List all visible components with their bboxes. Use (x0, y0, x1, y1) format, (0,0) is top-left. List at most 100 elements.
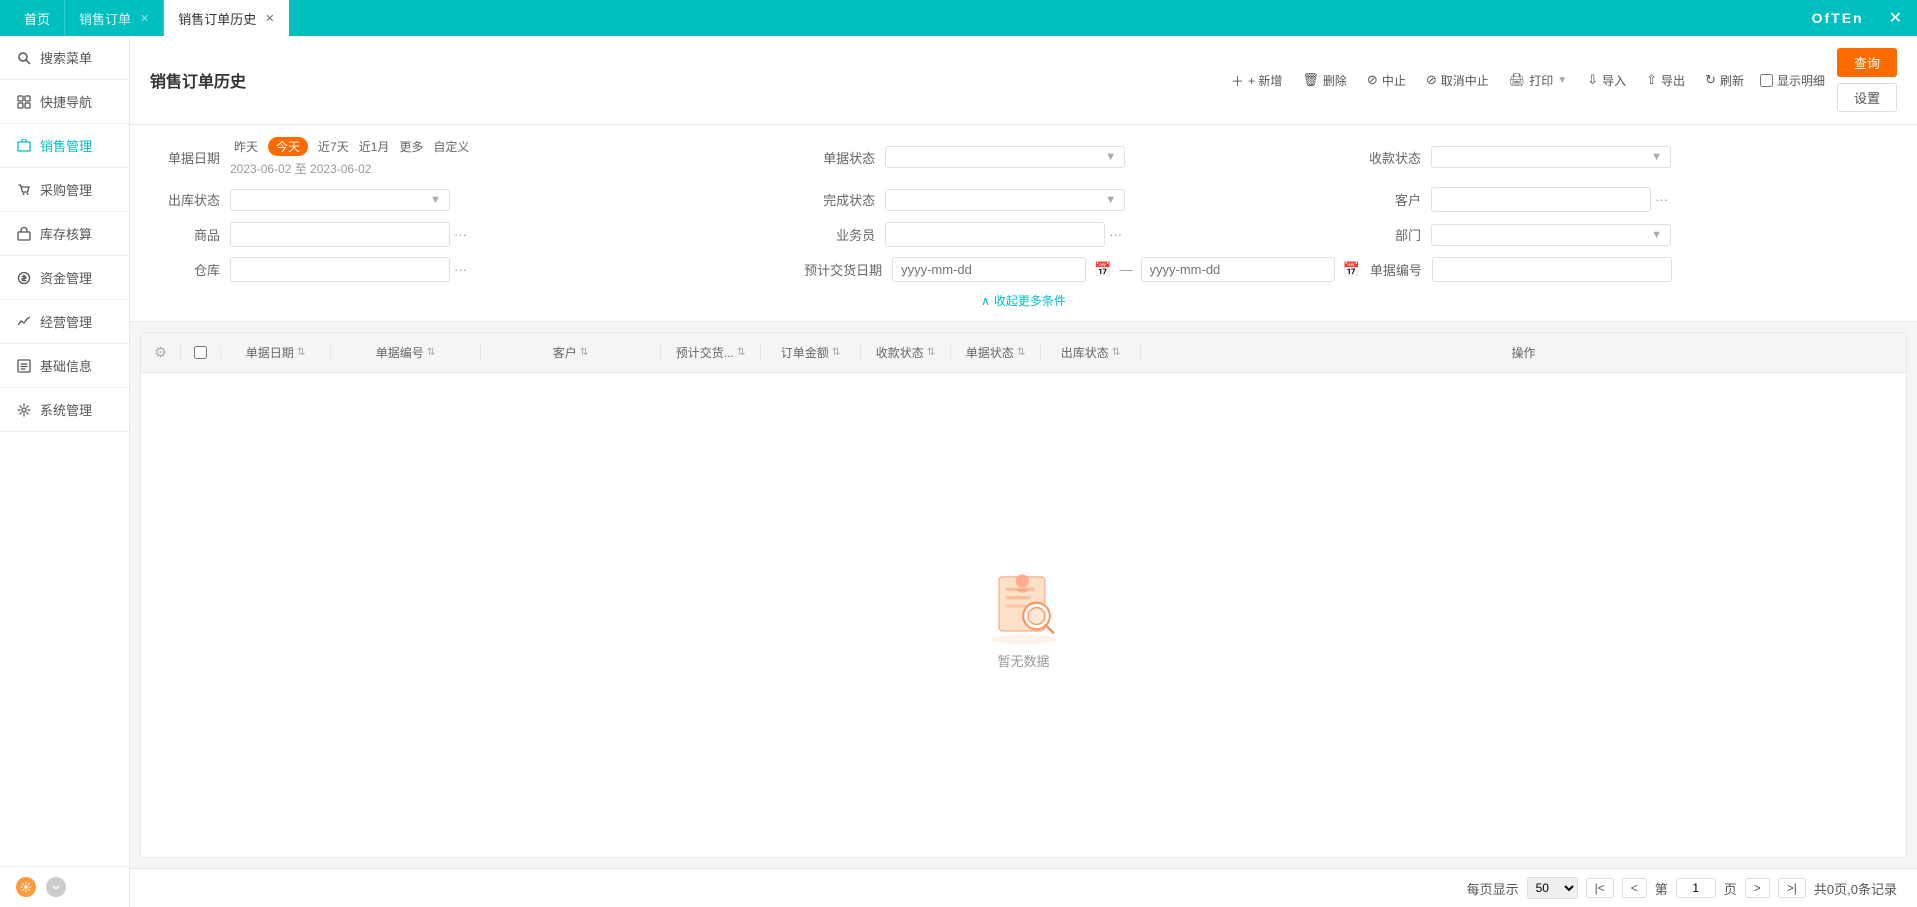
sidebar-item-quick-nav[interactable]: 快捷导航 (0, 80, 129, 124)
sidebar-item-search-menu[interactable]: 搜索菜单 (0, 36, 129, 80)
brand-text: OfTEn (1802, 10, 1874, 26)
tab-sales-order[interactable]: 销售订单 ✕ (65, 0, 164, 36)
new-btn[interactable]: ＋ + 新增 (1227, 69, 1286, 92)
export-btn[interactable]: ⇧ 导出 (1642, 70, 1689, 91)
empty-state: 暂无数据 (141, 373, 1906, 857)
tab-sales-order-history[interactable]: 销售订单历史 ✕ (164, 0, 289, 36)
warehouse-input[interactable] (230, 257, 450, 282)
refresh-btn[interactable]: ↻ 刷新 (1701, 70, 1748, 91)
goods-ellipsis[interactable]: ··· (454, 227, 467, 242)
complete-status-chevron: ▼ (1105, 194, 1116, 206)
sidebar-item-inventory[interactable]: 库存核算 (0, 212, 129, 256)
warehouse-ellipsis[interactable]: ··· (454, 262, 467, 277)
display-toggle-checkbox[interactable] (1760, 74, 1773, 87)
customer-ellipsis[interactable]: ··· (1655, 192, 1668, 207)
customer-sort-icon[interactable]: ⇅ (580, 347, 588, 358)
date-sort-icon[interactable]: ⇅ (297, 347, 305, 358)
delete-btn-label: 删除 (1323, 72, 1347, 89)
sidebar-item-sales-mgmt[interactable]: 销售管理 (0, 124, 129, 168)
order-status-select[interactable]: ▼ (885, 146, 1125, 168)
settings-gear-icon[interactable]: ⚙ (154, 344, 167, 361)
page-label-post: 页 (1724, 879, 1737, 898)
goods-input[interactable] (230, 222, 450, 247)
delete-icon: 🗑 (1302, 72, 1319, 88)
sidebar-item-operations[interactable]: 经营管理 (0, 300, 129, 344)
sidebar-item-basic-info[interactable]: 基础信息 (0, 344, 129, 388)
order-no-label: 单据编号 (1352, 260, 1432, 279)
salesperson-ellipsis[interactable]: ··· (1109, 227, 1122, 242)
th-settings[interactable]: ⚙ (141, 344, 181, 361)
page-number-input[interactable] (1676, 878, 1716, 898)
date-7days[interactable]: 近7天 (318, 138, 349, 155)
basic-icon (16, 358, 32, 374)
salesperson-input[interactable] (885, 222, 1105, 247)
order-no-sort-icon[interactable]: ⇅ (427, 347, 435, 358)
total-text: 共0页,0条记录 (1814, 879, 1897, 898)
print-btn[interactable]: 🖨 打印 ▼ (1505, 70, 1571, 91)
collapse-up-icon: ∧ (981, 294, 990, 308)
select-all-checkbox[interactable] (194, 346, 207, 359)
date-label: 单据日期 (150, 148, 230, 167)
delivery-sort-icon[interactable]: ⇅ (737, 347, 745, 358)
out-status-sort-icon[interactable]: ⇅ (1112, 347, 1120, 358)
settings-btn[interactable]: 设置 (1837, 83, 1897, 112)
tab-home[interactable]: 首页 (10, 0, 65, 36)
order-no-input[interactable] (1432, 257, 1672, 282)
page-first-btn[interactable]: |< (1586, 878, 1614, 898)
th-checkbox[interactable] (181, 346, 221, 359)
sidebar-settings-btn[interactable] (16, 877, 36, 897)
sidebar-expand-btn[interactable] (46, 877, 66, 897)
sidebar-item-system-mgmt[interactable]: 系统管理 (0, 388, 129, 432)
page-size-select[interactable]: 50 10 20 100 (1527, 877, 1578, 899)
receipt-status-label: 收款状态 (1351, 148, 1431, 167)
export-icon: ⇧ (1646, 72, 1657, 88)
new-btn-label: + 新增 (1248, 72, 1282, 89)
import-btn-label: 导入 (1602, 72, 1626, 89)
salesperson-label: 业务员 (805, 225, 885, 244)
import-btn[interactable]: ⇩ 导入 (1583, 70, 1630, 91)
delivery-date-end[interactable] (1141, 257, 1335, 282)
th-operation: 操作 (1141, 344, 1906, 361)
page-prev-btn[interactable]: < (1622, 878, 1647, 898)
filter-row-3: 商品 ··· 业务员 ··· 部门 (150, 222, 1897, 247)
order-status-chevron: ▼ (1105, 151, 1116, 163)
out-status-select[interactable]: ▼ (230, 189, 450, 211)
complete-status-select[interactable]: ▼ (885, 189, 1125, 211)
tab-sales-order-close[interactable]: ✕ (140, 12, 149, 25)
date-yesterday[interactable]: 昨天 (234, 138, 258, 155)
receipt-sort-icon[interactable]: ⇅ (927, 347, 935, 358)
collapse-btn[interactable]: ∧ 收起更多条件 (150, 292, 1897, 309)
page-next-btn[interactable]: > (1745, 878, 1770, 898)
status-sort-icon[interactable]: ⇅ (1017, 347, 1025, 358)
th-out-status-label: 出库状态 (1061, 344, 1109, 361)
sidebar-item-purchase-mgmt[interactable]: 采购管理 (0, 168, 129, 212)
calendar-start-icon[interactable]: 📅 (1094, 261, 1111, 278)
customer-input-area: ··· (1431, 187, 1668, 212)
sidebar-item-finance[interactable]: 资金管理 (0, 256, 129, 300)
page-last-btn[interactable]: >| (1778, 878, 1806, 898)
th-date: 单据日期 ⇅ (221, 344, 331, 361)
tab-history-close[interactable]: ✕ (265, 12, 274, 25)
customer-input[interactable] (1431, 187, 1651, 212)
filter-dept-section: 部门 ▼ (1351, 224, 1897, 246)
nav-icon (16, 94, 32, 110)
page-label-pre: 第 (1655, 879, 1668, 898)
query-btn[interactable]: 查询 (1837, 48, 1897, 77)
delivery-date-start[interactable] (892, 257, 1086, 282)
sidebar-sales-label: 销售管理 (40, 136, 92, 155)
stop-btn[interactable]: ⊘ 中止 (1363, 70, 1410, 91)
window-close-btn[interactable]: ✕ (1884, 8, 1907, 28)
cancel-stop-btn[interactable]: ⊘ 取消中止 (1422, 70, 1493, 91)
print-btn-label: 打印 (1529, 72, 1553, 89)
system-icon (16, 402, 32, 418)
receipt-status-select[interactable]: ▼ (1431, 146, 1671, 168)
display-toggle[interactable]: 显示明细 (1760, 72, 1825, 89)
date-custom[interactable]: 自定义 (433, 138, 469, 155)
amount-sort-icon[interactable]: ⇅ (832, 347, 840, 358)
date-today[interactable]: 今天 (268, 137, 308, 156)
date-1month[interactable]: 近1月 (359, 138, 390, 155)
th-amount-label: 订单金额 (781, 344, 829, 361)
delete-btn[interactable]: 🗑 删除 (1298, 70, 1351, 91)
date-more[interactable]: 更多 (399, 138, 423, 155)
dept-select[interactable]: ▼ (1431, 224, 1671, 246)
